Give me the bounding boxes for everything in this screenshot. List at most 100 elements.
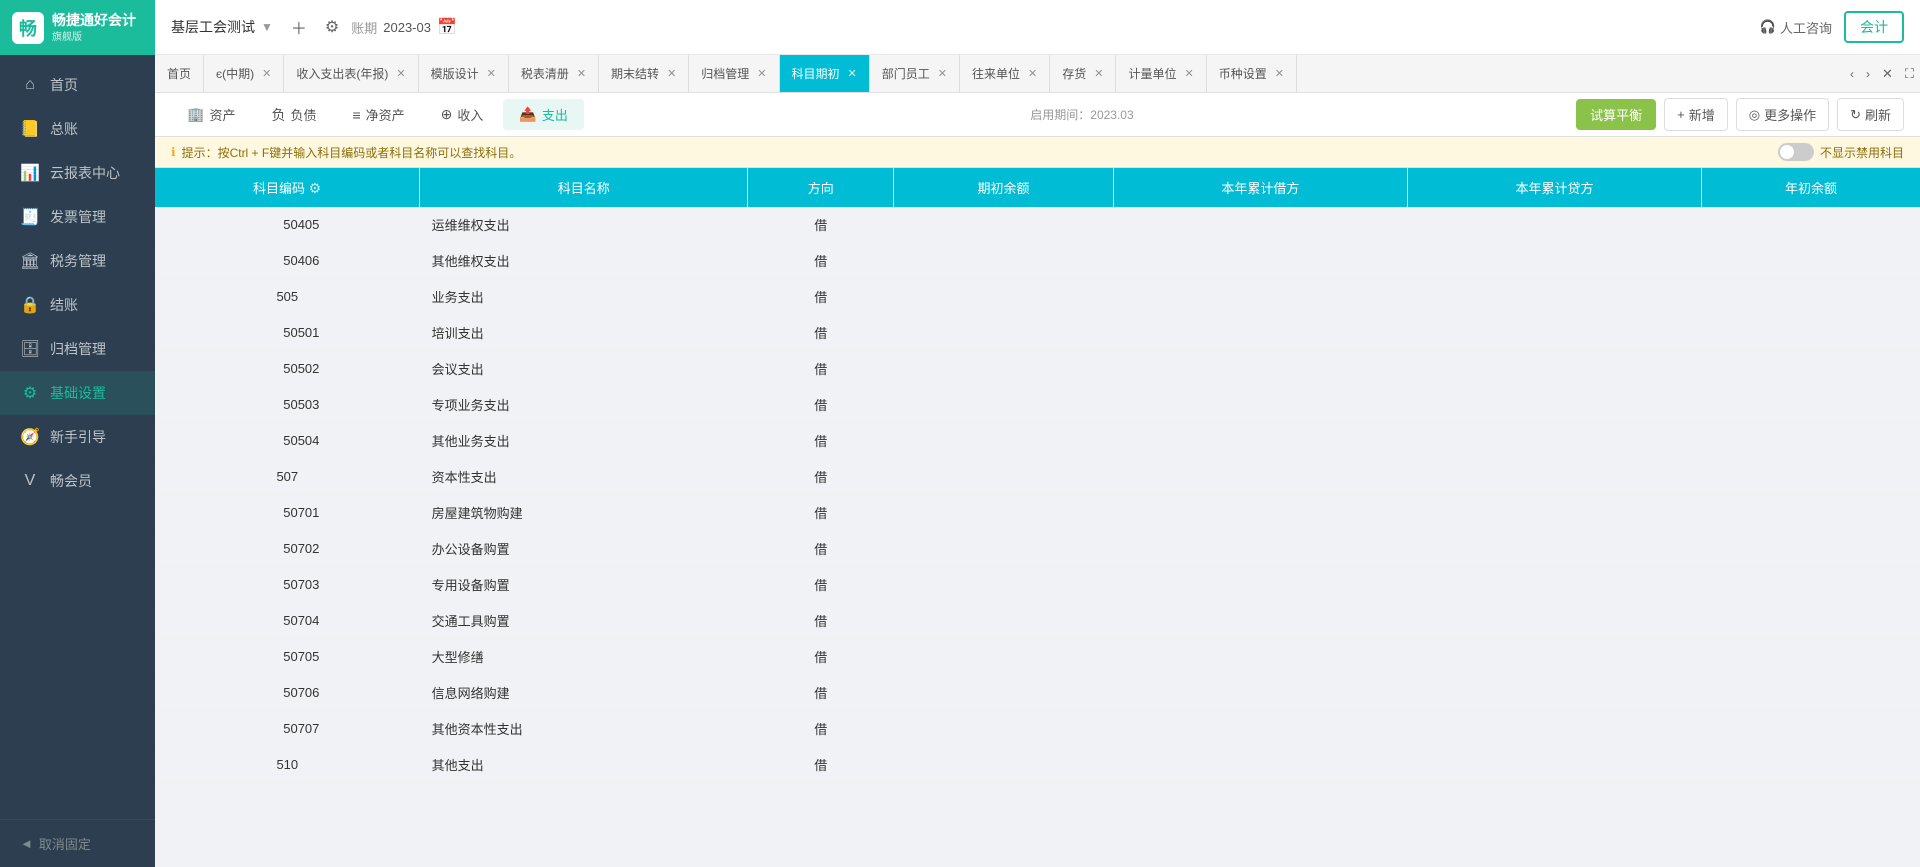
sidebar-item-settings[interactable]: ⚙ 基础设置 <box>0 371 155 415</box>
tab-close-icon[interactable]: ✕ <box>262 67 271 80</box>
table-row[interactable]: 50504 其他业务支出 借 <box>155 423 1920 459</box>
notice-bar: ℹ 提示：按Ctrl + F键并输入科目编码或者科目名称可以查找科目。 不显示禁… <box>155 137 1920 168</box>
sidebar-item-invoice[interactable]: 🧾 发票管理 <box>0 195 155 239</box>
table-row[interactable]: 50701 房屋建筑物购建 借 <box>155 495 1920 531</box>
cell-opening <box>894 495 1114 531</box>
tab-close-icon[interactable]: ✕ <box>1028 67 1037 80</box>
table-row[interactable]: 50702 办公设备购置 借 <box>155 531 1920 567</box>
col-ytd-debit: 本年累计借方 <box>1113 168 1407 207</box>
tab-close-icon[interactable]: ✕ <box>396 67 405 80</box>
tab-close-icon[interactable]: ✕ <box>1275 67 1284 80</box>
tab-close-icon[interactable]: ✕ <box>938 67 947 80</box>
sub-tab-收入[interactable]: ⊕收入 <box>425 99 500 130</box>
tabs-close-all-btn[interactable]: ✕ <box>1876 66 1899 82</box>
table-row[interactable]: 50503 专项业务支出 借 <box>155 387 1920 423</box>
col-code-label: 科目编码 <box>253 181 305 196</box>
tab-close-icon[interactable]: ✕ <box>848 67 857 80</box>
cell-code: 50406 <box>155 243 420 279</box>
cell-ytd-debit <box>1113 711 1407 747</box>
topbar-settings-icon[interactable]: ⚙ <box>325 17 339 37</box>
sidebar-item-reports[interactable]: 📊 云报表中心 <box>0 151 155 195</box>
sidebar-icon-home: ⌂ <box>20 76 40 94</box>
table-row[interactable]: 505 业务支出 借 <box>155 279 1920 315</box>
table-row[interactable]: 507 资本性支出 借 <box>155 459 1920 495</box>
sidebar-item-member[interactable]: V 畅会员 <box>0 459 155 503</box>
cell-ytd-credit <box>1407 567 1701 603</box>
period-label: 账期 <box>351 18 377 37</box>
col-ytd-credit: 本年累计贷方 <box>1407 168 1701 207</box>
more-btn[interactable]: ◎ 更多操作 <box>1736 98 1829 131</box>
sidebar-item-tax[interactable]: 🏛 税务管理 <box>0 239 155 283</box>
support-btn[interactable]: 🎧 人工咨询 <box>1760 18 1832 37</box>
tab-税表清册[interactable]: 税表清册✕ <box>509 55 599 92</box>
sidebar-collapse-btn[interactable]: ◄ 取消固定 <box>0 819 155 867</box>
table-wrapper[interactable]: 科目编码 ⚙ 科目名称 方向 期初余额 本年累计借方 本年累计贷方 年初余额 5… <box>155 168 1920 867</box>
tab-close-icon[interactable]: ✕ <box>667 67 676 80</box>
sidebar-icon-settings: ⚙ <box>20 383 40 403</box>
cell-code: 50701 <box>155 495 420 531</box>
tab-收入支出表(年报)[interactable]: 收入支出表(年报)✕ <box>284 55 418 92</box>
calendar-icon[interactable]: 📅 <box>437 17 457 37</box>
sidebar-item-archive[interactable]: 🗄 归档管理 <box>0 327 155 371</box>
sub-tab-支出[interactable]: 📤支出 <box>503 99 583 130</box>
cell-year-open <box>1702 711 1920 747</box>
tab-close-icon[interactable]: ✕ <box>487 67 496 80</box>
sidebar-item-close[interactable]: 🔒 结账 <box>0 283 155 327</box>
sidebar-item-home[interactable]: ⌂ 首页 <box>0 63 155 107</box>
cell-ytd-credit <box>1407 351 1701 387</box>
add-tab-button[interactable]: ＋ <box>285 13 313 41</box>
table-row[interactable]: 510 其他支出 借 <box>155 747 1920 783</box>
new-btn[interactable]: + 新增 <box>1664 98 1728 131</box>
tab-部门员工[interactable]: 部门员工✕ <box>870 55 960 92</box>
tab-close-icon[interactable]: ✕ <box>757 67 766 80</box>
sidebar-item-guide[interactable]: 🧭 新手引导 <box>0 415 155 459</box>
table-row[interactable]: 50405 运维维权支出 借 <box>155 207 1920 243</box>
table-row[interactable]: 50502 会议支出 借 <box>155 351 1920 387</box>
table-row[interactable]: 50705 大型修缮 借 <box>155 639 1920 675</box>
cell-direction: 借 <box>748 495 894 531</box>
tab-科目期初[interactable]: 科目期初✕ <box>780 55 870 92</box>
tabs-prev-btn[interactable]: ‹ <box>1844 67 1860 81</box>
tab-close-icon[interactable]: ✕ <box>577 67 586 80</box>
tab-存货[interactable]: 存货✕ <box>1050 55 1116 92</box>
tab-归档管理[interactable]: 归档管理✕ <box>689 55 779 92</box>
tab-首页[interactable]: 首页 <box>155 55 204 92</box>
tab-label: 首页 <box>167 65 191 82</box>
table-row[interactable]: 50704 交通工具购置 借 <box>155 603 1920 639</box>
project-selector[interactable]: 基层工会测试 ▼ <box>171 17 273 37</box>
sidebar-icon-invoice: 🧾 <box>20 207 40 227</box>
sidebar-item-ledger[interactable]: 📒 总账 <box>0 107 155 151</box>
refresh-btn[interactable]: ↻ 刷新 <box>1837 98 1904 131</box>
cell-year-open <box>1702 423 1920 459</box>
tab-期末结转[interactable]: 期末结转✕ <box>599 55 689 92</box>
sub-tab-负债[interactable]: 负负债 <box>255 99 332 131</box>
sub-tab-资产[interactable]: 🏢资产 <box>171 99 251 130</box>
cell-direction: 借 <box>748 315 894 351</box>
period-display: 账期 2023-03 📅 <box>351 17 457 37</box>
cell-ytd-credit <box>1407 207 1701 243</box>
table-row[interactable]: 50406 其他维权支出 借 <box>155 243 1920 279</box>
tab-close-icon[interactable]: ✕ <box>1184 67 1193 80</box>
disabled-toggle[interactable] <box>1778 143 1814 161</box>
sub-tab-净资产[interactable]: ≡净资产 <box>336 99 420 130</box>
column-settings-icon[interactable]: ⚙ <box>309 180 322 196</box>
accountant-button[interactable]: 会计 <box>1844 11 1904 43</box>
tab-є(中期)[interactable]: є(中期)✕ <box>204 55 284 92</box>
tab-模版设计[interactable]: 模版设计✕ <box>419 55 509 92</box>
cell-opening <box>894 351 1114 387</box>
cell-direction: 借 <box>748 567 894 603</box>
tab-往来单位[interactable]: 往来单位✕ <box>960 55 1050 92</box>
calc-balance-btn[interactable]: 试算平衡 <box>1576 99 1656 130</box>
tabs-next-btn[interactable]: › <box>1860 67 1876 81</box>
tab-计量单位[interactable]: 计量单位✕ <box>1116 55 1206 92</box>
tab-币种设置[interactable]: 币种设置✕ <box>1207 55 1297 92</box>
tabs-expand-btn[interactable]: ⛶ <box>1899 66 1920 82</box>
table-row[interactable]: 50501 培训支出 借 <box>155 315 1920 351</box>
cell-code: 50705 <box>155 639 420 675</box>
table-row[interactable]: 50706 信息网络购建 借 <box>155 675 1920 711</box>
tab-close-icon[interactable]: ✕ <box>1094 67 1103 80</box>
table-row[interactable]: 50707 其他资本性支出 借 <box>155 711 1920 747</box>
cell-ytd-credit <box>1407 639 1701 675</box>
table-row[interactable]: 50703 专用设备购置 借 <box>155 567 1920 603</box>
cell-ytd-credit <box>1407 531 1701 567</box>
